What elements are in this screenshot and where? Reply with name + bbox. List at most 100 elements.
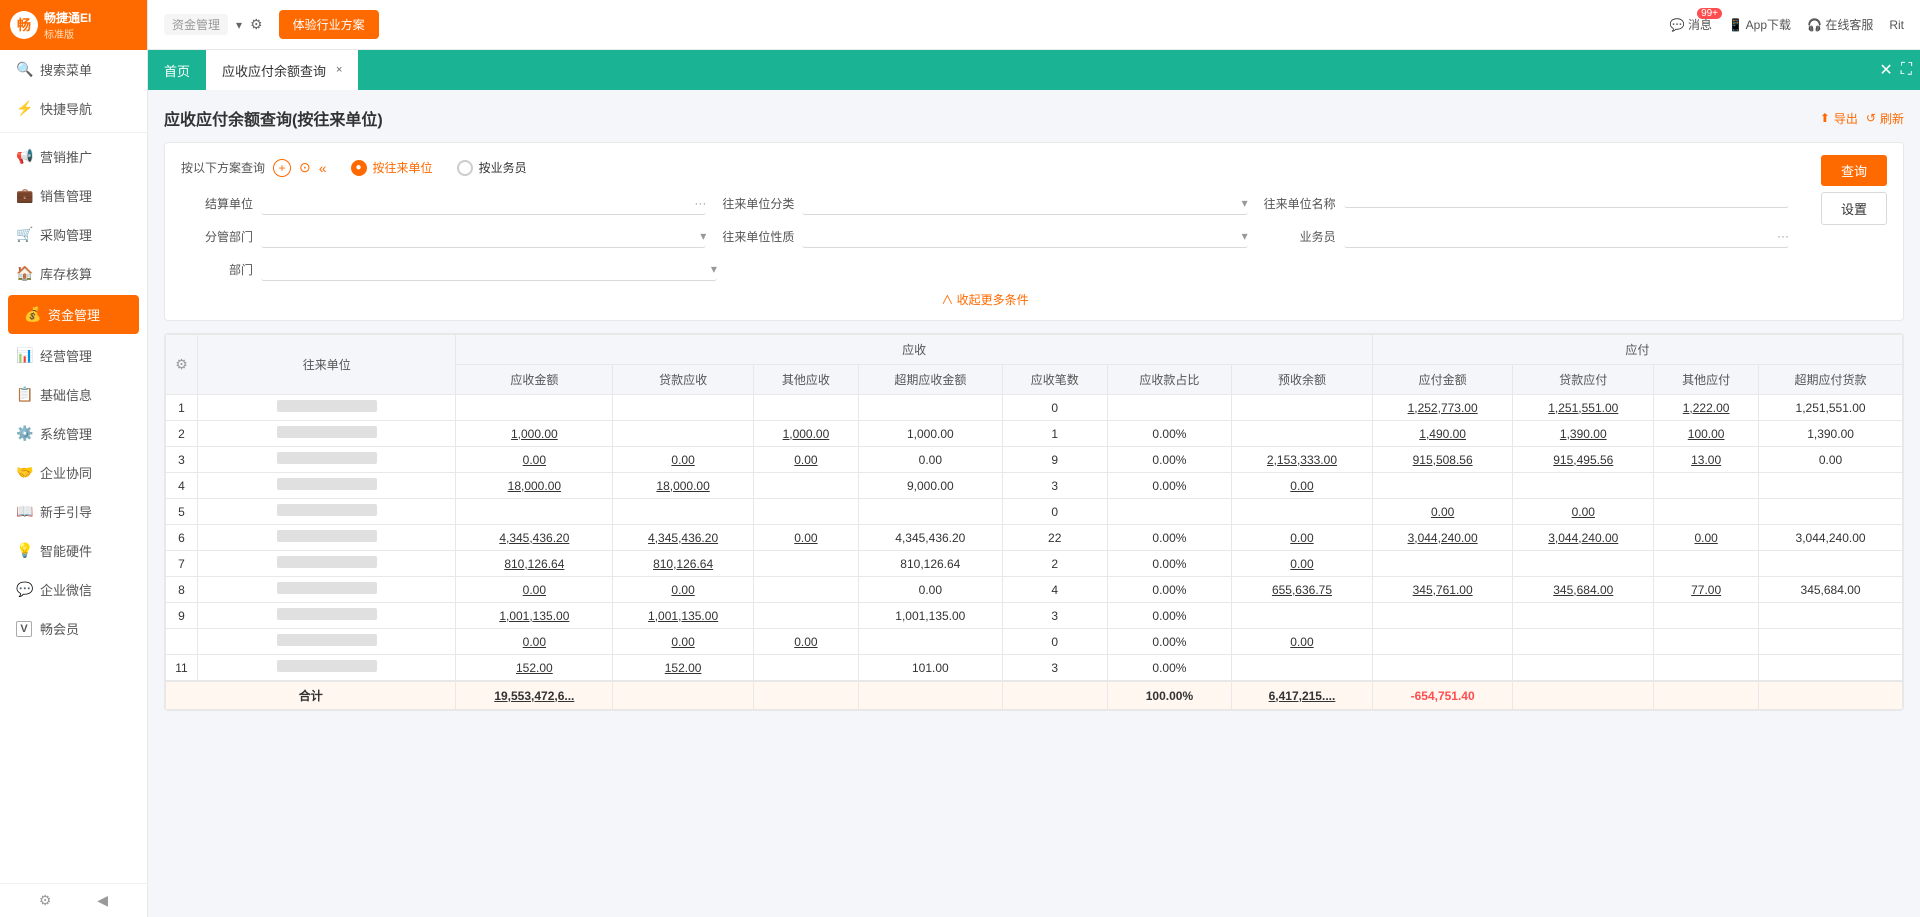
row-cell[interactable]: 0.00 xyxy=(456,447,613,473)
row-cell[interactable]: 915,508.56 xyxy=(1372,447,1513,473)
scheme-option-partner[interactable]: ● 按往来单位 xyxy=(343,155,441,180)
footer-prepaid-balance[interactable]: 6,417,215.... xyxy=(1232,681,1373,710)
row-cell[interactable] xyxy=(613,395,754,421)
row-cell[interactable]: 345,761.00 xyxy=(1372,577,1513,603)
sidebar-settings-btn[interactable]: ⚙ xyxy=(39,892,52,909)
row-cell[interactable] xyxy=(1513,629,1654,655)
row-cell[interactable] xyxy=(1654,473,1759,499)
sidebar-item-management[interactable]: 📊 经营管理 xyxy=(0,336,147,375)
filter-select-category[interactable]: ▾ xyxy=(802,192,1247,215)
sidebar-item-member[interactable]: V 畅会员 xyxy=(0,609,147,648)
row-cell[interactable] xyxy=(1372,655,1513,682)
row-cell[interactable] xyxy=(1232,655,1373,682)
row-cell[interactable]: 152.00 xyxy=(613,655,754,682)
row-cell[interactable]: 1,251,551.00 xyxy=(1513,395,1654,421)
row-cell[interactable]: 0.00 xyxy=(1232,551,1373,577)
row-cell[interactable]: 345,684.00 xyxy=(1513,577,1654,603)
row-cell[interactable]: 0.00 xyxy=(613,577,754,603)
row-cell[interactable]: 3,044,240.00 xyxy=(1513,525,1654,551)
row-cell[interactable] xyxy=(1513,603,1654,629)
row-cell[interactable]: 0.00 xyxy=(456,629,613,655)
row-cell[interactable]: 13.00 xyxy=(1654,447,1759,473)
filter-add-btn[interactable]: + xyxy=(273,159,291,177)
sidebar-item-inventory[interactable]: 🏠 库存核算 xyxy=(0,254,147,293)
row-cell[interactable]: 1,490.00 xyxy=(1372,421,1513,447)
sidebar-item-basic-info[interactable]: 📋 基础信息 xyxy=(0,375,147,414)
row-cell[interactable]: 0.00 xyxy=(1372,499,1513,525)
row-cell[interactable] xyxy=(1654,629,1759,655)
row-cell[interactable] xyxy=(753,395,858,421)
row-cell[interactable]: 1,222.00 xyxy=(1654,395,1759,421)
row-cell[interactable]: 1,001,135.00 xyxy=(613,603,754,629)
row-cell[interactable] xyxy=(753,473,858,499)
sidebar-item-marketing[interactable]: 📢 营销推广 xyxy=(0,137,147,176)
sidebar-collapse-btn[interactable]: ◀ xyxy=(97,892,108,909)
tab-close-btn[interactable]: × xyxy=(336,64,342,76)
sidebar-item-search[interactable]: 🔍 搜索菜单 xyxy=(0,50,147,89)
row-cell[interactable] xyxy=(1232,499,1373,525)
row-cell[interactable] xyxy=(1654,655,1759,682)
scheme-option-salesperson[interactable]: 按业务员 xyxy=(449,155,535,180)
export-button[interactable]: ⬆ 导出 xyxy=(1820,110,1858,127)
sidebar-item-wechat[interactable]: 💬 企业微信 xyxy=(0,570,147,609)
row-cell[interactable] xyxy=(1372,629,1513,655)
row-cell[interactable]: 1,000.00 xyxy=(753,421,858,447)
th-settings[interactable]: ⚙ xyxy=(166,335,198,395)
row-cell[interactable]: 0.00 xyxy=(613,629,754,655)
row-cell[interactable]: 0.00 xyxy=(753,447,858,473)
sidebar-item-hardware[interactable]: 💡 智能硬件 xyxy=(0,531,147,570)
tab-close-window-btn[interactable]: ✕ xyxy=(1879,60,1892,80)
row-cell[interactable]: 0.00 xyxy=(753,525,858,551)
row-cell[interactable] xyxy=(1654,551,1759,577)
filter-select-dept-manager[interactable]: ▾ xyxy=(261,225,706,248)
app-download-btn[interactable]: 📱 App下载 xyxy=(1728,16,1791,33)
row-cell[interactable]: 915,495.56 xyxy=(1513,447,1654,473)
row-cell[interactable]: 77.00 xyxy=(1654,577,1759,603)
row-cell[interactable] xyxy=(1654,603,1759,629)
message-badge[interactable]: 💬 消息 99+ xyxy=(1670,16,1712,33)
row-cell[interactable]: 0.00 xyxy=(1654,525,1759,551)
row-cell[interactable]: 1,001,135.00 xyxy=(456,603,613,629)
settings-button[interactable]: 设置 xyxy=(1821,192,1887,225)
sidebar-item-guide[interactable]: 📖 新手引导 xyxy=(0,492,147,531)
row-cell[interactable]: 3,044,240.00 xyxy=(1372,525,1513,551)
refresh-button[interactable]: ↺ 刷新 xyxy=(1866,110,1904,127)
row-cell[interactable] xyxy=(456,395,613,421)
row-cell[interactable] xyxy=(753,655,858,682)
row-cell[interactable]: 810,126.64 xyxy=(456,551,613,577)
row-cell[interactable] xyxy=(1513,655,1654,682)
user-profile[interactable]: Rit xyxy=(1889,18,1904,32)
filter-select-dept[interactable]: ▾ xyxy=(261,258,717,281)
row-cell[interactable]: 100.00 xyxy=(1654,421,1759,447)
row-cell[interactable] xyxy=(1513,473,1654,499)
row-cell[interactable]: 18,000.00 xyxy=(613,473,754,499)
row-cell[interactable] xyxy=(1513,551,1654,577)
filter-collapse-btn[interactable]: ∧ 收起更多条件 xyxy=(181,291,1789,308)
row-cell[interactable] xyxy=(753,499,858,525)
filter-settings-icon[interactable]: ⊙ xyxy=(299,159,311,176)
row-cell[interactable]: 0.00 xyxy=(456,577,613,603)
row-cell[interactable] xyxy=(753,577,858,603)
filter-collapse-icon[interactable]: « xyxy=(319,160,327,176)
row-cell[interactable]: 0.00 xyxy=(753,629,858,655)
row-cell[interactable]: 152.00 xyxy=(456,655,613,682)
row-cell[interactable] xyxy=(1232,421,1373,447)
topbar-gear-icon[interactable]: ⚙ xyxy=(250,16,263,33)
row-cell[interactable]: 2,153,333.00 xyxy=(1232,447,1373,473)
row-cell[interactable] xyxy=(1232,603,1373,629)
row-cell[interactable]: 0.00 xyxy=(613,447,754,473)
row-cell[interactable]: 1,000.00 xyxy=(456,421,613,447)
tab-maximize-btn[interactable]: ⛶ xyxy=(1901,61,1912,79)
row-cell[interactable] xyxy=(753,603,858,629)
row-cell[interactable] xyxy=(456,499,613,525)
sidebar-item-purchase[interactable]: 🛒 采购管理 xyxy=(0,215,147,254)
row-cell[interactable] xyxy=(1232,395,1373,421)
topbar-dropdown-arrow[interactable]: ▾ xyxy=(236,18,242,32)
row-cell[interactable] xyxy=(613,421,754,447)
tab-current[interactable]: 应收应付余额查询 × xyxy=(206,50,358,90)
sidebar-item-finance[interactable]: 💰 资金管理 xyxy=(8,295,139,334)
row-cell[interactable]: 655,636.75 xyxy=(1232,577,1373,603)
promo-button[interactable]: 体验行业方案 xyxy=(279,10,379,39)
online-service-btn[interactable]: 🎧 在线客服 xyxy=(1807,16,1873,33)
footer-receivable-amount[interactable]: 19,553,472,6... xyxy=(456,681,613,710)
